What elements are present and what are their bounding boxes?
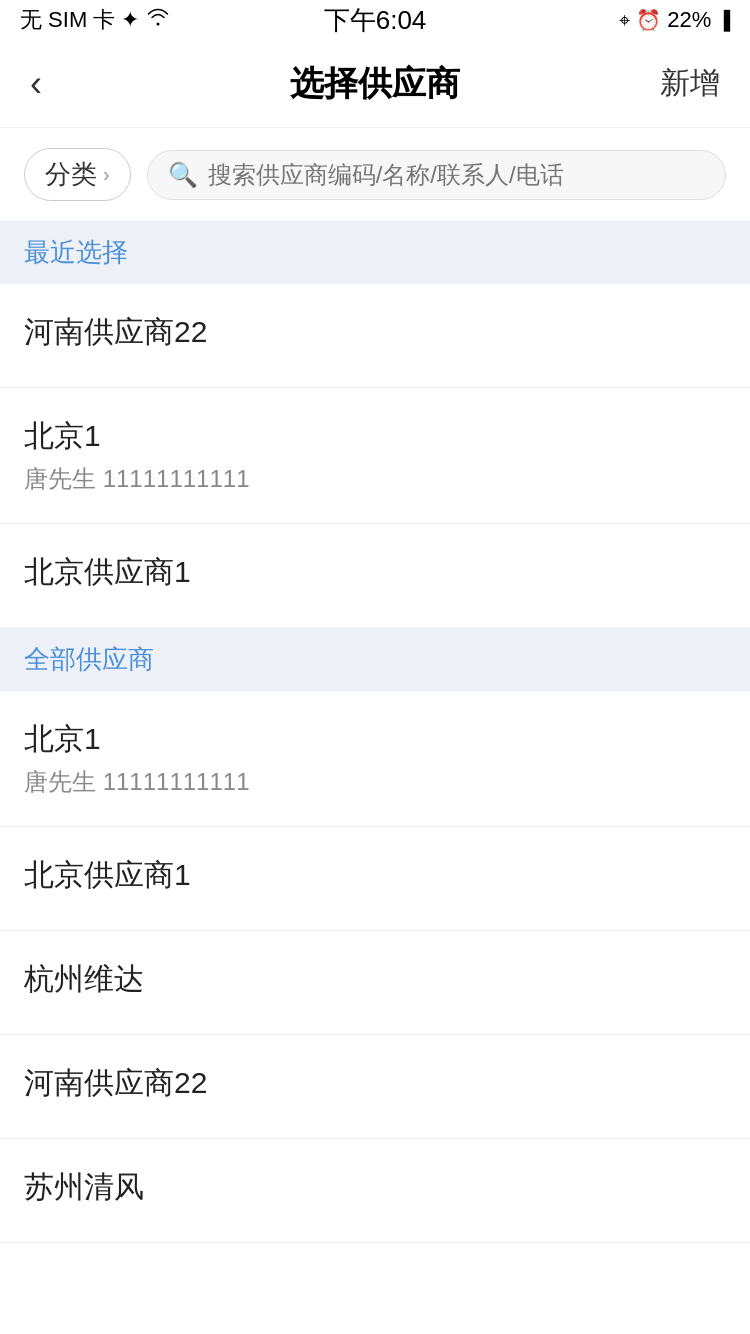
- chevron-right-icon: ›: [103, 163, 110, 186]
- item-sub: 唐先生 11111111111: [24, 463, 726, 495]
- page-title: 选择供应商: [290, 61, 460, 107]
- all-list: 北京1 唐先生 11111111111 北京供应商1 杭州维达河南供应商22 苏州清风: [0, 691, 750, 1243]
- add-button[interactable]: 新增: [660, 63, 720, 104]
- item-name: 杭州维达: [24, 959, 726, 1000]
- recent-section-label: 最近选择: [24, 237, 128, 267]
- category-button[interactable]: 分类 ›: [24, 148, 131, 201]
- item-name: 北京供应商1: [24, 855, 726, 896]
- wifi-icon: [147, 6, 169, 34]
- item-sub: 唐先生 11111111111: [24, 766, 726, 798]
- no-sim-label: 无 SIM 卡 ✦: [20, 5, 139, 35]
- list-item[interactable]: 北京1 唐先生 11111111111: [0, 691, 750, 827]
- item-name: 北京1: [24, 416, 726, 457]
- list-item[interactable]: 河南供应商22: [0, 284, 750, 388]
- battery-icon: ▐: [717, 10, 730, 31]
- search-icon: 🔍: [168, 161, 198, 189]
- filter-bar: 分类 › 🔍: [0, 128, 750, 221]
- item-name: 苏州清风: [24, 1167, 726, 1208]
- status-right: ⌖ ⏰ 22% ▐: [619, 7, 730, 33]
- status-time: 下午6:04: [324, 3, 427, 38]
- list-item[interactable]: 北京供应商1: [0, 827, 750, 931]
- battery-label: 22%: [667, 7, 711, 33]
- status-bar: 无 SIM 卡 ✦ 下午6:04 ⌖ ⏰ 22% ▐: [0, 0, 750, 40]
- category-label: 分类: [45, 157, 97, 192]
- location-icon: ⌖: [619, 9, 630, 32]
- back-button[interactable]: ‹: [20, 53, 52, 115]
- item-name: 河南供应商22: [24, 1063, 726, 1104]
- list-item[interactable]: 河南供应商22: [0, 1035, 750, 1139]
- item-name: 北京1: [24, 719, 726, 760]
- search-box: 🔍: [147, 150, 726, 200]
- item-name: 北京供应商1: [24, 552, 726, 593]
- alarm-icon: ⏰: [636, 8, 661, 32]
- status-left: 无 SIM 卡 ✦: [20, 5, 169, 35]
- recent-section-header: 最近选择: [0, 221, 750, 284]
- search-input[interactable]: [208, 161, 705, 189]
- list-item[interactable]: 杭州维达: [0, 931, 750, 1035]
- all-section-label: 全部供应商: [24, 644, 154, 674]
- list-item[interactable]: 北京1 唐先生 11111111111: [0, 388, 750, 524]
- item-name: 河南供应商22: [24, 312, 726, 353]
- nav-bar: ‹ 选择供应商 新增: [0, 40, 750, 128]
- all-section-header: 全部供应商: [0, 628, 750, 691]
- list-item[interactable]: 苏州清风: [0, 1139, 750, 1243]
- recent-list: 河南供应商22 北京1 唐先生 11111111111 北京供应商1: [0, 284, 750, 628]
- list-item[interactable]: 北京供应商1: [0, 524, 750, 628]
